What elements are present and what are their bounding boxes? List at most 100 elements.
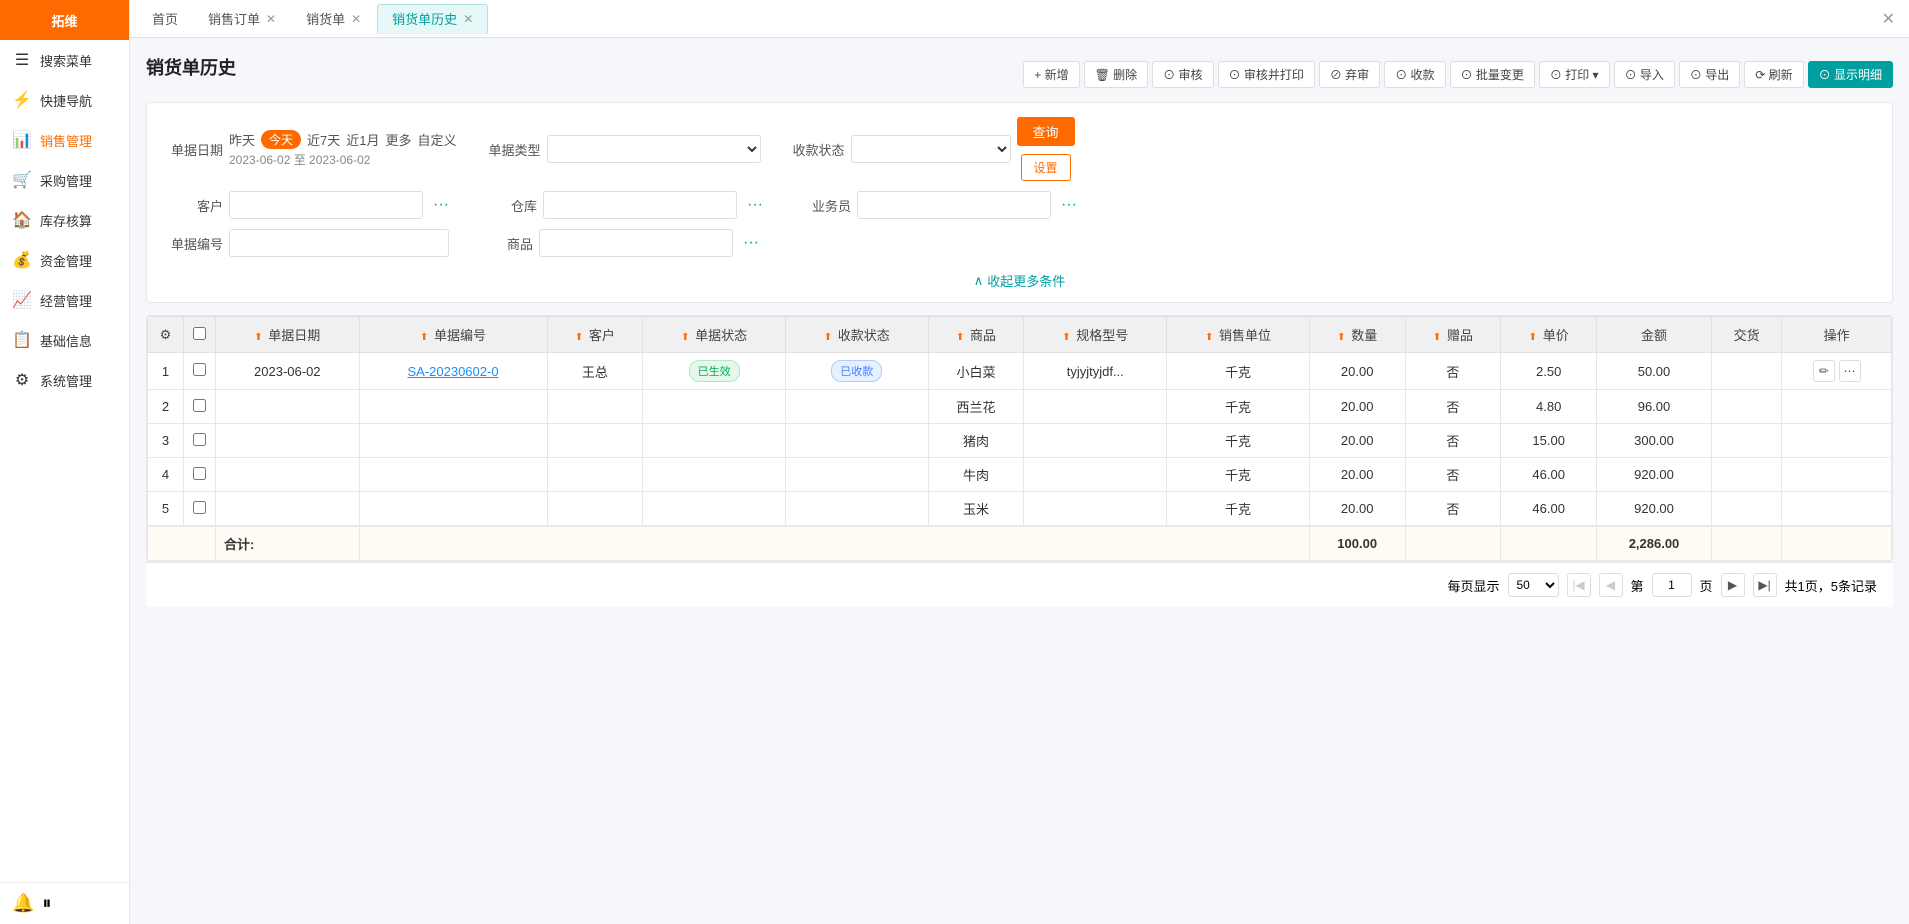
salesperson-label: 业务员	[791, 196, 851, 215]
cell-checkbox[interactable]	[184, 390, 216, 424]
sidebar-item-purchase-mgmt[interactable]: 🛒 采购管理	[0, 160, 129, 200]
pause-icon[interactable]: ⏸	[42, 893, 51, 914]
sidebar-item-quick-nav[interactable]: ⚡ 快捷导航	[0, 80, 129, 120]
doc-status-badge: 已生效	[689, 360, 740, 382]
notification-icon[interactable]: 🔔	[12, 893, 34, 914]
customer-input[interactable]	[229, 191, 423, 219]
collect-button[interactable]: ⊙ 收款	[1384, 61, 1445, 88]
sidebar-item-base-info[interactable]: 📋 基础信息	[0, 320, 129, 360]
col-gift[interactable]: ⬆ 赠品	[1405, 317, 1501, 353]
goods-picker-icon[interactable]: ···	[739, 234, 763, 252]
per-page-select[interactable]: 50 100 200	[1508, 573, 1559, 597]
tab-close-sales-history[interactable]: ✕	[463, 12, 473, 26]
sidebar-item-label: 库存核算	[40, 211, 92, 230]
row-checkbox[interactable]	[193, 363, 206, 376]
col-doc-status[interactable]: ⬆ 单据状态	[643, 317, 786, 353]
setting-button[interactable]: 设置	[1021, 154, 1071, 181]
next-page-button[interactable]: ▶	[1721, 573, 1745, 597]
salesperson-input[interactable]	[857, 191, 1051, 219]
row-checkbox[interactable]	[193, 433, 206, 446]
tab-close-sales-goods[interactable]: ✕	[351, 12, 361, 26]
last-page-button[interactable]: ▶|	[1753, 573, 1777, 597]
audit-button[interactable]: ⊙ 审核	[1152, 61, 1213, 88]
qty-sort-icon: ⬆	[1337, 332, 1345, 343]
print-button[interactable]: ⊙ 打印 ▾	[1539, 61, 1610, 88]
cell-checkbox[interactable]	[184, 353, 216, 390]
tab-sales-order[interactable]: 销售订单 ✕	[194, 4, 290, 34]
pay-status-select[interactable]	[851, 135, 1011, 163]
refresh-button[interactable]: ⟳ 刷新	[1744, 61, 1803, 88]
sidebar-item-search-menu[interactable]: ☰ 搜索菜单	[0, 40, 129, 80]
row-checkbox[interactable]	[193, 467, 206, 480]
col-price[interactable]: ⬆ 单价	[1501, 317, 1597, 353]
summary-label-text: 合计:	[216, 526, 360, 561]
add-button[interactable]: + 新增	[1023, 61, 1079, 88]
total-info: 共1页，5条记录	[1785, 576, 1877, 595]
cell-spec	[1024, 492, 1167, 527]
row-checkbox[interactable]	[193, 399, 206, 412]
col-goods[interactable]: ⬆ 商品	[928, 317, 1024, 353]
customer-picker-icon[interactable]: ···	[429, 196, 453, 214]
query-button[interactable]: 查询	[1017, 117, 1075, 146]
sidebar-item-finance[interactable]: 💰 资金管理	[0, 240, 129, 280]
goods-input[interactable]	[539, 229, 733, 257]
summary-spacer	[359, 526, 1309, 561]
col-docno[interactable]: ⬆ 单据编号	[359, 317, 547, 353]
warehouse-input[interactable]	[543, 191, 737, 219]
collapse-button[interactable]: ∧ 收起更多条件	[163, 267, 1876, 294]
col-checkbox[interactable]	[184, 317, 216, 353]
date-1month[interactable]: 近1月	[346, 130, 379, 149]
col-date[interactable]: ⬆ 单据日期	[216, 317, 360, 353]
cell-checkbox[interactable]	[184, 492, 216, 527]
cell-unit: 千克	[1167, 424, 1310, 458]
tab-sales-history[interactable]: 销货单历史 ✕	[377, 4, 488, 34]
batch-change-button[interactable]: ⊙ 批量变更	[1450, 61, 1535, 88]
salesperson-picker-icon[interactable]: ···	[1057, 196, 1081, 214]
select-all-checkbox[interactable]	[193, 327, 206, 340]
tab-bar-close-icon[interactable]: ✕	[1876, 9, 1901, 29]
date-today[interactable]: 今天	[261, 130, 301, 149]
tab-home[interactable]: 首页	[138, 4, 192, 34]
col-trade: 交货	[1711, 317, 1781, 353]
sidebar-item-sales-mgmt[interactable]: 📊 销售管理	[0, 120, 129, 160]
cell-checkbox[interactable]	[184, 458, 216, 492]
date-yesterday[interactable]: 昨天	[229, 130, 255, 149]
import-button[interactable]: ⊙ 导入	[1614, 61, 1675, 88]
delete-button[interactable]: 🗑 删除	[1084, 61, 1149, 88]
page-number-input[interactable]	[1652, 573, 1692, 597]
col-customer[interactable]: ⬆ 客户	[547, 317, 643, 353]
date-7days[interactable]: 近7天	[307, 130, 340, 149]
docno-input[interactable]	[229, 229, 449, 257]
export-button[interactable]: ⊙ 导出	[1679, 61, 1740, 88]
first-page-button[interactable]: |◀	[1567, 573, 1591, 597]
col-qty[interactable]: ⬆ 数量	[1309, 317, 1405, 353]
cell-trade	[1711, 353, 1781, 390]
row-checkbox[interactable]	[193, 501, 206, 514]
cell-docno	[359, 390, 547, 424]
date-more[interactable]: 更多	[386, 130, 412, 149]
cell-checkbox[interactable]	[184, 424, 216, 458]
table-row: 2 西兰花 千克 20.00 否 4.80 96.00	[148, 390, 1892, 424]
show-detail-button[interactable]: ⊙ 显示明细	[1808, 61, 1893, 88]
discard-button[interactable]: ⊘ 弃审	[1319, 61, 1380, 88]
docno-link[interactable]: SA-20230602-0	[407, 364, 498, 379]
cell-amount: 920.00	[1597, 458, 1712, 492]
audit-print-button[interactable]: ⊙ 审核并打印	[1218, 61, 1315, 88]
cell-date: 2023-06-02	[216, 353, 360, 390]
sidebar-item-inventory[interactable]: 🏠 库存核算	[0, 200, 129, 240]
more-action-btn[interactable]: ⋯	[1839, 360, 1861, 382]
tab-sales-goods[interactable]: 销货单 ✕	[292, 4, 375, 34]
col-spec[interactable]: ⬆ 规格型号	[1024, 317, 1167, 353]
col-settings[interactable]: ⚙	[148, 317, 184, 353]
edit-action-btn[interactable]: ✏	[1813, 360, 1835, 382]
warehouse-picker-icon[interactable]: ···	[743, 196, 767, 214]
tab-close-sales-order[interactable]: ✕	[266, 12, 276, 26]
prev-page-button[interactable]: ◀	[1599, 573, 1623, 597]
sidebar-item-sys-mgmt[interactable]: ⚙ 系统管理	[0, 360, 129, 400]
col-unit[interactable]: ⬆ 销售单位	[1167, 317, 1310, 353]
doc-type-select[interactable]	[547, 135, 761, 163]
date-custom[interactable]: 自定义	[418, 130, 457, 149]
sidebar-item-operations[interactable]: 📈 经营管理	[0, 280, 129, 320]
col-pay-status[interactable]: ⬆ 收款状态	[785, 317, 928, 353]
gift-sort-icon: ⬆	[1433, 332, 1441, 343]
